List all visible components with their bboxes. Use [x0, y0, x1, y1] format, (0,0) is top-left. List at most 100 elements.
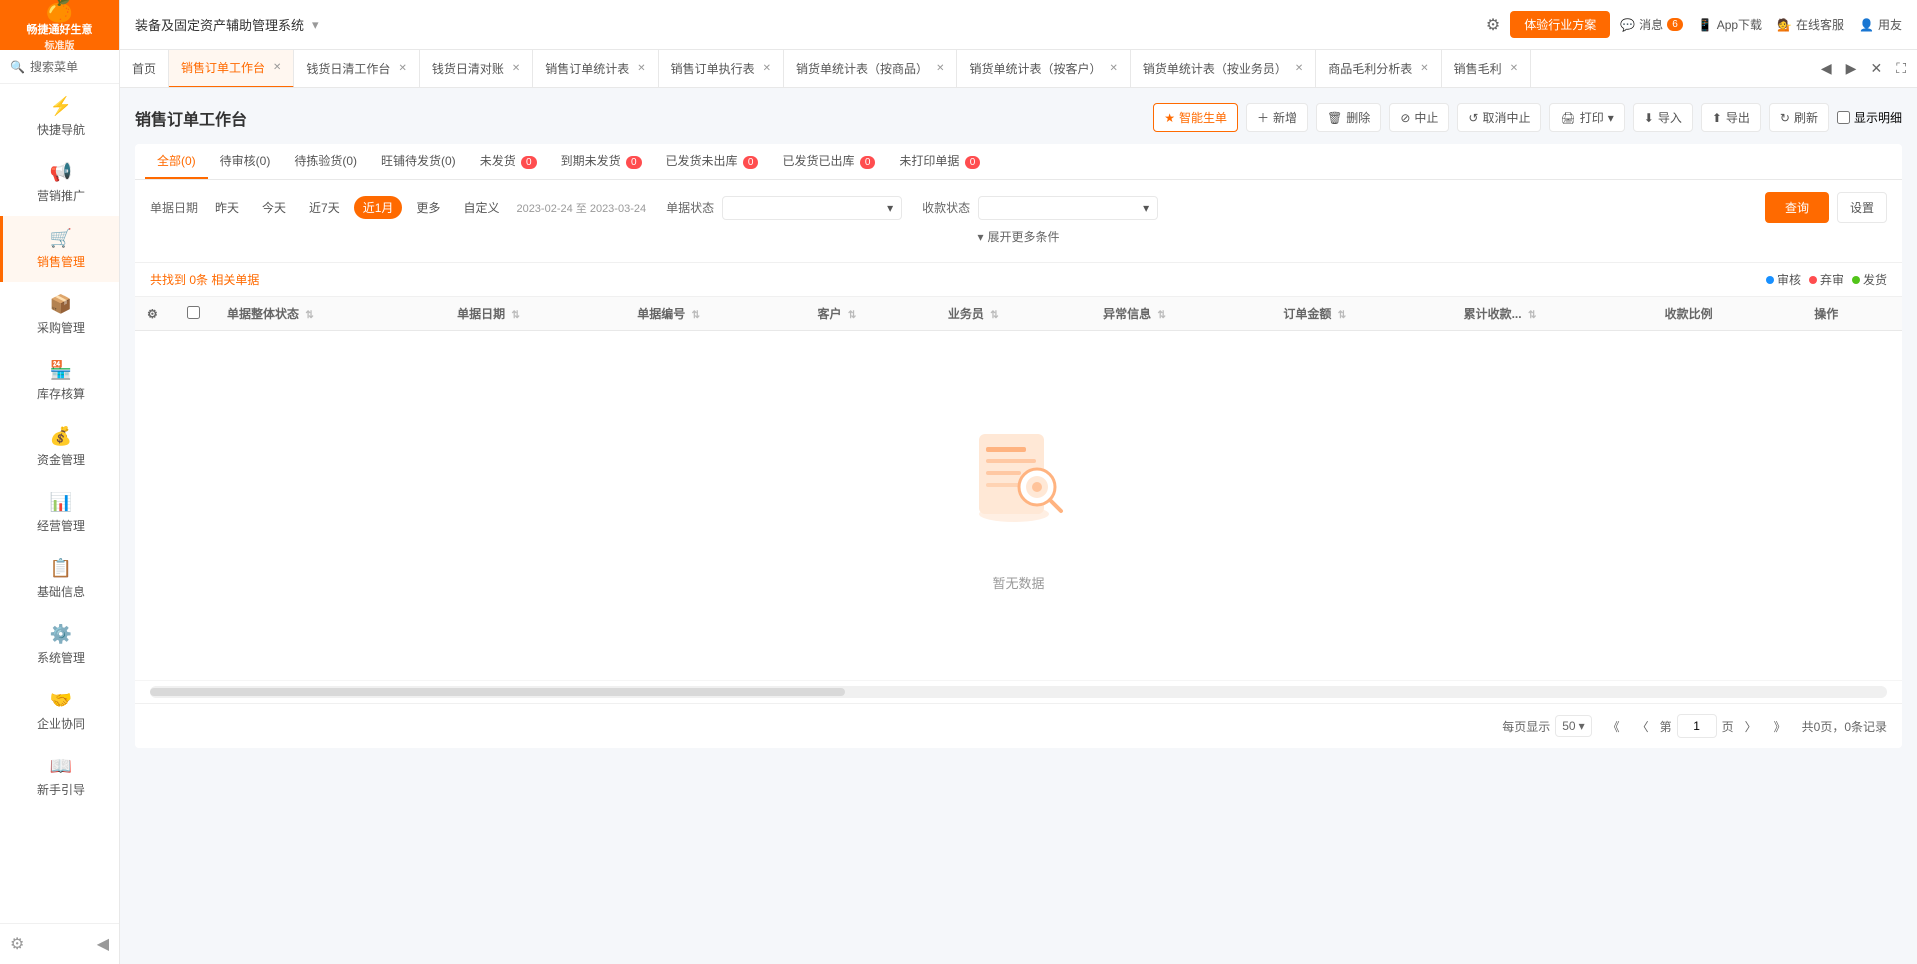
tab-summary-staff-close[interactable]: ✕	[1295, 63, 1303, 74]
date-btn-7days[interactable]: 近7天	[300, 196, 349, 219]
show-detail-checkbox[interactable]	[1837, 111, 1850, 124]
col-amount-sort[interactable]: ⇅	[1338, 310, 1346, 321]
message-btn[interactable]: 💬 消息 6	[1620, 16, 1683, 33]
sidebar-item-marketing[interactable]: 📢 营销推广	[0, 150, 119, 216]
date-btn-yesterday[interactable]: 昨天	[206, 196, 248, 219]
tab-close-all[interactable]: ✕	[1864, 57, 1888, 80]
tab-sales-stats-close[interactable]: ✕	[637, 63, 645, 74]
tab-cash-reconcile[interactable]: 钱货日清对账 ✕	[420, 50, 533, 88]
expand-system-btn[interactable]: ▾	[312, 17, 319, 33]
tab-sales-summary-staff[interactable]: 销货单统计表（按业务员） ✕	[1131, 50, 1316, 88]
col-number-sort[interactable]: ⇅	[692, 310, 700, 321]
import-btn[interactable]: ⬇ 导入	[1633, 103, 1693, 132]
tab-sales-exec-close[interactable]: ✕	[763, 63, 771, 74]
col-staff-sort[interactable]: ⇅	[990, 310, 998, 321]
page-last-btn[interactable]: 》	[1768, 714, 1792, 738]
sidebar-item-basics[interactable]: 📋 基础信息	[0, 546, 119, 612]
tab-sales-profit[interactable]: 销售毛利 ✕	[1442, 50, 1531, 88]
horizontal-scrollbar[interactable]	[150, 686, 1887, 698]
tab-home[interactable]: 首页	[120, 50, 169, 88]
filter-tab-shipped-out[interactable]: 已发货已出库 0	[770, 144, 887, 179]
delete-btn[interactable]: 🗑 删除	[1316, 103, 1381, 132]
sidebar-item-system[interactable]: ⚙️ 系统管理	[0, 612, 119, 678]
ai-generate-btn[interactable]: ★ 智能生单	[1153, 103, 1238, 132]
tab-expand-icon[interactable]: ⛶	[1890, 57, 1912, 80]
app-download-btn[interactable]: 📱 App下载	[1698, 16, 1762, 33]
online-service-btn[interactable]: 💁 在线客服	[1777, 16, 1844, 33]
col-settings-icon[interactable]: ⚙	[147, 307, 158, 321]
settings-bottom-icon[interactable]: ⚙	[10, 934, 24, 954]
tab-sales-workbench-close[interactable]: ✕	[273, 62, 281, 73]
tab-scroll-left[interactable]: ◀	[1815, 57, 1838, 80]
filter-tab-pending-check[interactable]: 待拣验货(0)	[282, 144, 369, 179]
tab-cash-reconcile-close[interactable]: ✕	[512, 63, 520, 74]
sidebar-item-enterprise[interactable]: 🤝 企业协同	[0, 678, 119, 744]
expand-conditions[interactable]: ▾ 展开更多条件	[150, 223, 1887, 250]
tab-summary-customer-close[interactable]: ✕	[1109, 63, 1117, 74]
filter-settings-btn[interactable]: 设置	[1837, 192, 1887, 223]
print-btn[interactable]: 🖨 打印 ▾	[1549, 103, 1624, 132]
filter-tab-not-shipped[interactable]: 未发货 0	[468, 144, 549, 179]
sidebar-item-purchase[interactable]: 📦 采购管理	[0, 282, 119, 348]
select-all-checkbox[interactable]	[187, 306, 200, 319]
filter-tab-wangpu[interactable]: 旺铺待发货(0)	[369, 144, 468, 179]
stop-btn[interactable]: ⊘ 中止	[1389, 103, 1449, 132]
tab-cash-daily[interactable]: 钱货日清工作台 ✕	[294, 50, 419, 88]
col-status-sort[interactable]: ⇅	[305, 310, 313, 321]
col-abnormal-sort[interactable]: ⇅	[1158, 310, 1166, 321]
filter-tab-not-printed[interactable]: 未打印单据 0	[887, 144, 992, 179]
add-btn[interactable]: ＋ 新增	[1246, 103, 1308, 132]
tab-sales-workbench[interactable]: 销售订单工作台 ✕	[169, 50, 294, 88]
filter-tab-expired-not-shipped[interactable]: 到期未发货 0	[549, 144, 654, 179]
date-btn-custom[interactable]: 自定义	[454, 196, 508, 219]
date-btn-today[interactable]: 今天	[253, 196, 295, 219]
page-number-input[interactable]: 1	[1677, 714, 1717, 738]
date-btn-1month[interactable]: 近1月	[354, 196, 403, 219]
tab-sales-summary-product[interactable]: 销货单统计表（按商品） ✕	[784, 50, 957, 88]
user-menu-btn[interactable]: 👤 用友	[1859, 16, 1902, 33]
col-date-sort[interactable]: ⇅	[511, 310, 519, 321]
cancel-stop-btn[interactable]: ↺ 取消中止	[1457, 103, 1541, 132]
ship-action-btn[interactable]: 发货	[1852, 271, 1887, 288]
sidebar-item-inventory[interactable]: 🏪 库存核算	[0, 348, 119, 414]
col-collected-sort[interactable]: ⇅	[1528, 310, 1536, 321]
sidebar-item-quick-nav[interactable]: ⚡ 快捷导航	[0, 84, 119, 150]
review-action-btn[interactable]: 审核	[1766, 271, 1801, 288]
tab-sales-summary-customer[interactable]: 销货单统计表（按客户） ✕	[957, 50, 1130, 88]
page-first-btn[interactable]: 《	[1602, 714, 1626, 738]
sidebar-logo[interactable]: 🍊 畅捷通好生意 标准版	[0, 0, 119, 50]
sidebar-item-finance[interactable]: 💰 资金管理	[0, 414, 119, 480]
tab-scroll-right[interactable]: ▶	[1840, 57, 1863, 80]
stop-label: 中止	[1414, 109, 1438, 126]
export-btn[interactable]: ⬆ 导出	[1701, 103, 1761, 132]
tab-cash-daily-close[interactable]: ✕	[398, 63, 406, 74]
sidebar-search[interactable]: 🔍 搜索菜单	[0, 50, 119, 84]
scroll-thumb[interactable]	[150, 688, 845, 696]
filter-tab-shipped-not-out[interactable]: 已发货未出库 0	[654, 144, 771, 179]
refresh-btn[interactable]: ↻ 刷新	[1769, 103, 1829, 132]
tab-sales-profit-close[interactable]: ✕	[1510, 63, 1518, 74]
payment-select[interactable]: ▾	[978, 196, 1158, 220]
status-select[interactable]: ▾	[722, 196, 902, 220]
tab-sales-exec[interactable]: 销售订单执行表 ✕	[659, 50, 784, 88]
sidebar-item-sales[interactable]: 🛒 销售管理	[0, 216, 119, 282]
col-customer-sort[interactable]: ⇅	[848, 310, 856, 321]
cancel-review-action-btn[interactable]: 弃审	[1809, 271, 1844, 288]
filter-tab-all[interactable]: 全部(0)	[145, 144, 208, 179]
industry-solution-btn[interactable]: 体验行业方案	[1510, 11, 1610, 38]
per-page-select[interactable]: 50 ▾	[1555, 715, 1591, 737]
query-btn[interactable]: 查询	[1765, 192, 1829, 223]
tab-sales-stats[interactable]: 销售订单统计表 ✕	[533, 50, 658, 88]
show-detail-toggle[interactable]: 显示明细	[1837, 109, 1902, 126]
tab-product-margin-close[interactable]: ✕	[1420, 63, 1428, 74]
filter-tab-pending-review[interactable]: 待审核(0)	[208, 144, 283, 179]
sidebar-item-tutorial[interactable]: 📖 新手引导	[0, 744, 119, 810]
tab-product-margin[interactable]: 商品毛利分析表 ✕	[1316, 50, 1441, 88]
page-prev-btn[interactable]: 〈	[1631, 714, 1655, 738]
collapse-sidebar-icon[interactable]: ◀	[97, 934, 109, 954]
page-next-btn[interactable]: 〉	[1739, 714, 1763, 738]
date-btn-more[interactable]: 更多	[407, 196, 449, 219]
sidebar-item-operations[interactable]: 📊 经营管理	[0, 480, 119, 546]
tab-summary-product-close[interactable]: ✕	[936, 63, 944, 74]
header-settings-icon[interactable]: ⚙	[1486, 15, 1500, 35]
